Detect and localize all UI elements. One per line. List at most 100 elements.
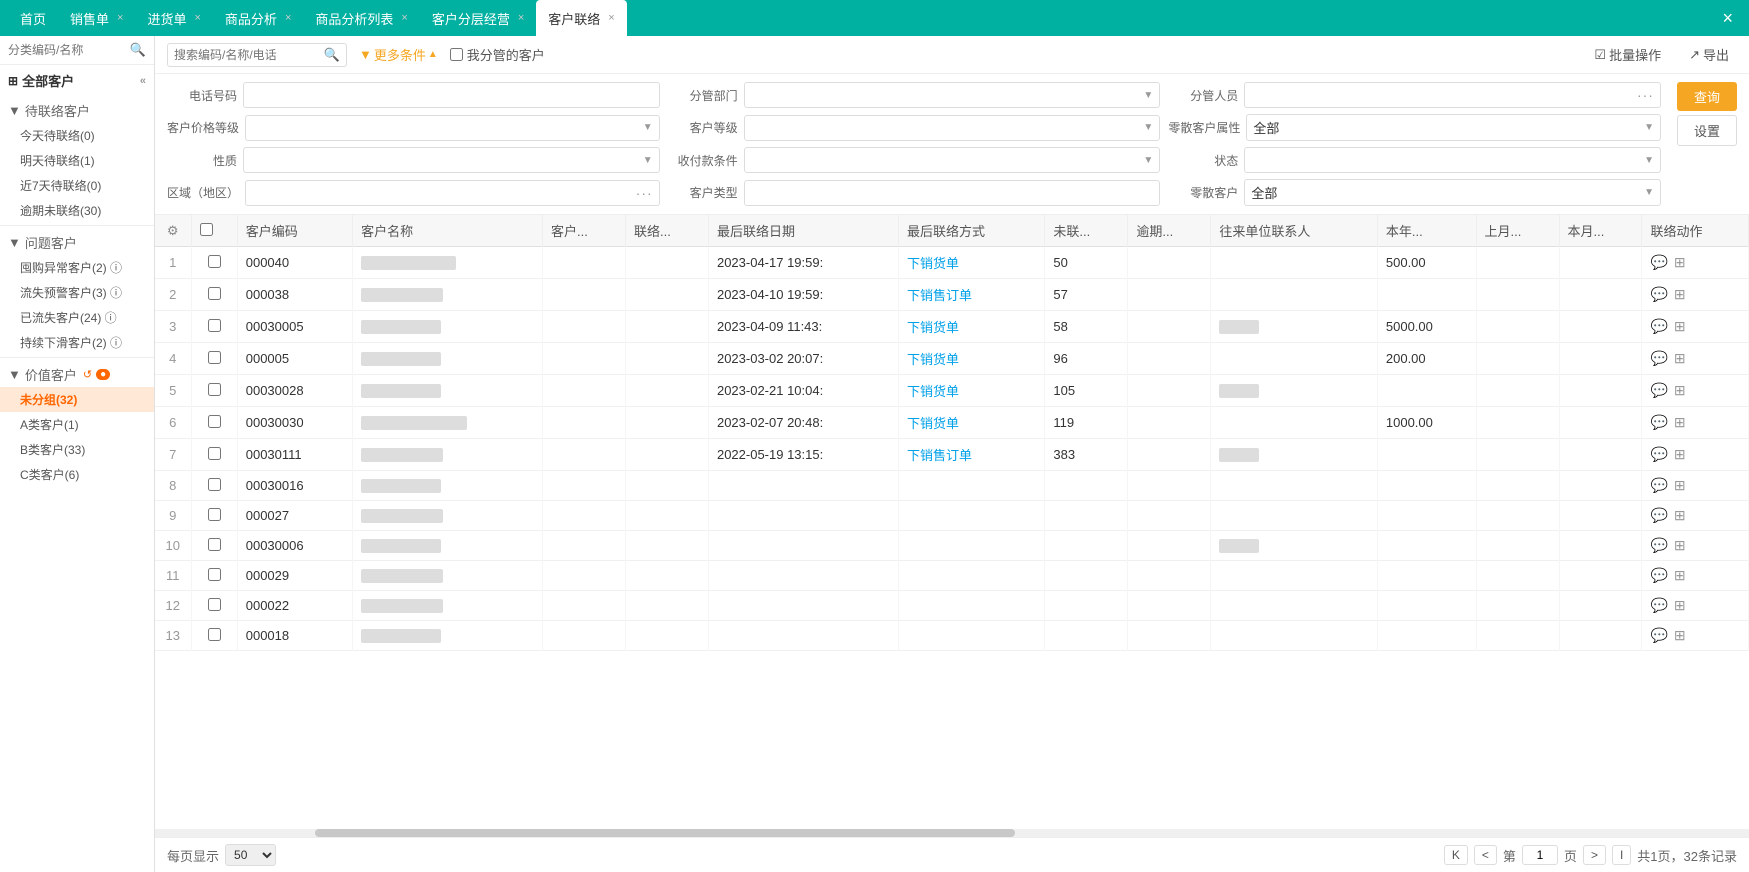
scrollbar-thumb[interactable]: [315, 829, 1015, 837]
sidebar-item-c-class[interactable]: C类客户(6): [0, 462, 154, 487]
sidebar-item-abnormal-stockpile[interactable]: 囤购异常客户(2) ⓘ: [0, 255, 154, 280]
grid-action-icon[interactable]: ⊞: [1674, 350, 1686, 367]
row-checkbox[interactable]: [208, 538, 221, 551]
row-checkbox[interactable]: [208, 383, 221, 396]
grid-action-icon[interactable]: ⊞: [1674, 597, 1686, 614]
phone-action-icon[interactable]: 💬: [1650, 350, 1667, 367]
row-checkbox[interactable]: [208, 351, 221, 364]
sidebar-item-declining[interactable]: 持续下滑客户(2) ⓘ: [0, 330, 154, 355]
sidebar-item-churn-warning[interactable]: 流失预警客户(3) ⓘ: [0, 280, 154, 305]
row-checkbox[interactable]: [208, 319, 221, 332]
more-conditions-btn[interactable]: ▼ 更多条件 ▲: [359, 45, 438, 64]
search-input[interactable]: [174, 48, 320, 62]
phone-action-icon[interactable]: 💬: [1650, 254, 1667, 271]
phone-action-icon[interactable]: 💬: [1650, 382, 1667, 399]
sidebar-item-churned[interactable]: 已流失客户(24) ⓘ: [0, 305, 154, 330]
settings-icon[interactable]: ⚙: [155, 215, 191, 247]
region-input[interactable]: ···: [245, 180, 660, 206]
home-tab[interactable]: 首页: [8, 9, 58, 28]
phone-action-icon[interactable]: 💬: [1650, 446, 1667, 463]
phone-action-icon[interactable]: 💬: [1650, 537, 1667, 554]
grid-action-icon[interactable]: ⊞: [1674, 627, 1686, 644]
sidebar-item-a-class[interactable]: A类客户(1): [0, 412, 154, 437]
group-pending-contact[interactable]: ▼ 待联络客户: [0, 96, 154, 123]
retail-cust-select[interactable]: 全部▼: [1244, 179, 1661, 206]
cust-tier-select[interactable]: ▼: [744, 115, 1161, 141]
page-input[interactable]: [1522, 845, 1558, 865]
tab-product-analysis-list[interactable]: 商品分析列表 ×: [303, 0, 419, 36]
page-size-select[interactable]: 50 100 200: [225, 844, 276, 866]
last-contact-way[interactable]: 下销货单: [907, 416, 959, 431]
phone-action-icon[interactable]: 💬: [1650, 627, 1667, 644]
grid-action-icon[interactable]: ⊞: [1674, 537, 1686, 554]
close-tab-sales-order[interactable]: ×: [117, 12, 123, 24]
grid-action-icon[interactable]: ⊞: [1674, 414, 1686, 431]
phone-action-icon[interactable]: 💬: [1650, 507, 1667, 524]
grid-action-icon[interactable]: ⊞: [1674, 567, 1686, 584]
last-contact-way[interactable]: 下销货单: [907, 320, 959, 335]
row-checkbox[interactable]: [208, 598, 221, 611]
cust-type-input[interactable]: [744, 180, 1161, 206]
sidebar-item-overdue-contact[interactable]: 逾期未联络(30): [0, 198, 154, 223]
tab-product-analysis[interactable]: 商品分析 ×: [213, 0, 303, 36]
close-tab-product-analysis-list[interactable]: ×: [401, 12, 407, 24]
price-tier-select[interactable]: ▼: [245, 115, 660, 141]
close-tab-product-analysis[interactable]: ×: [285, 12, 291, 24]
last-contact-way[interactable]: 下销货单: [907, 352, 959, 367]
last-contact-way[interactable]: 下销售订单: [907, 448, 972, 463]
phone-action-icon[interactable]: 💬: [1650, 567, 1667, 584]
prev-page-btn[interactable]: <: [1474, 845, 1497, 865]
sidebar-item-7day-contact[interactable]: 近7天待联络(0): [0, 173, 154, 198]
close-tab-customer-tier[interactable]: ×: [518, 12, 524, 24]
status-select[interactable]: ▼: [1244, 147, 1661, 173]
reset-button[interactable]: 设置: [1677, 115, 1737, 146]
tab-purchase-order[interactable]: 进货单 ×: [135, 0, 212, 36]
export-btn[interactable]: ↗ 导出: [1681, 42, 1737, 67]
row-checkbox[interactable]: [208, 287, 221, 300]
close-tab-customer-contact[interactable]: ×: [608, 12, 614, 24]
payment-select[interactable]: ▼: [744, 147, 1161, 173]
refresh-icon[interactable]: ↺: [83, 368, 92, 381]
sidebar-search-icon[interactable]: 🔍: [130, 42, 146, 58]
row-checkbox[interactable]: [208, 568, 221, 581]
all-customers-header[interactable]: ⊞ 全部客户 «: [0, 65, 154, 96]
horizontal-scrollbar[interactable]: [155, 829, 1749, 837]
last-contact-way[interactable]: 下销货单: [907, 256, 959, 271]
last-contact-way[interactable]: 下销货单: [907, 384, 959, 399]
grid-action-icon[interactable]: ⊞: [1674, 318, 1686, 335]
dept-select[interactable]: ▼: [744, 82, 1161, 108]
grid-action-icon[interactable]: ⊞: [1674, 382, 1686, 399]
row-checkbox[interactable]: [208, 255, 221, 268]
retail-attr-select[interactable]: 全部▼: [1246, 114, 1661, 141]
close-tab-purchase-order[interactable]: ×: [194, 12, 200, 24]
grid-action-icon[interactable]: ⊞: [1674, 286, 1686, 303]
phone-action-icon[interactable]: 💬: [1650, 318, 1667, 335]
my-customers-checkbox[interactable]: [450, 48, 463, 61]
group-problem-customers[interactable]: ▼ 问题客户: [0, 228, 154, 255]
grid-action-icon[interactable]: ⊞: [1674, 507, 1686, 524]
first-page-btn[interactable]: K: [1444, 845, 1468, 865]
nature-select[interactable]: ▼: [243, 147, 660, 173]
phone-action-icon[interactable]: 💬: [1650, 286, 1667, 303]
next-page-btn[interactable]: >: [1583, 845, 1606, 865]
row-checkbox[interactable]: [208, 478, 221, 491]
row-checkbox[interactable]: [208, 628, 221, 641]
tab-customer-tier[interactable]: 客户分层经营 ×: [420, 0, 536, 36]
query-button[interactable]: 查询: [1677, 82, 1737, 111]
search-icon[interactable]: 🔍: [324, 47, 340, 63]
collapse-sidebar-btn[interactable]: «: [140, 75, 146, 87]
grid-action-icon[interactable]: ⊞: [1674, 254, 1686, 271]
sidebar-item-today-contact[interactable]: 今天待联络(0): [0, 123, 154, 148]
my-customers-checkbox-label[interactable]: 我分管的客户: [450, 45, 545, 64]
phone-action-icon[interactable]: 💬: [1650, 597, 1667, 614]
group-value-customers[interactable]: ▼ 价值客户 ↺ ●: [0, 360, 154, 387]
sidebar-search-input[interactable]: [8, 43, 126, 57]
row-checkbox[interactable]: [208, 415, 221, 428]
grid-action-icon[interactable]: ⊞: [1674, 477, 1686, 494]
row-checkbox[interactable]: [208, 447, 221, 460]
tab-sales-order[interactable]: 销售单 ×: [58, 0, 135, 36]
phone-action-icon[interactable]: 💬: [1650, 414, 1667, 431]
select-all-checkbox[interactable]: [200, 223, 213, 236]
sidebar-item-tomorrow-contact[interactable]: 明天待联络(1): [0, 148, 154, 173]
grid-action-icon[interactable]: ⊞: [1674, 446, 1686, 463]
